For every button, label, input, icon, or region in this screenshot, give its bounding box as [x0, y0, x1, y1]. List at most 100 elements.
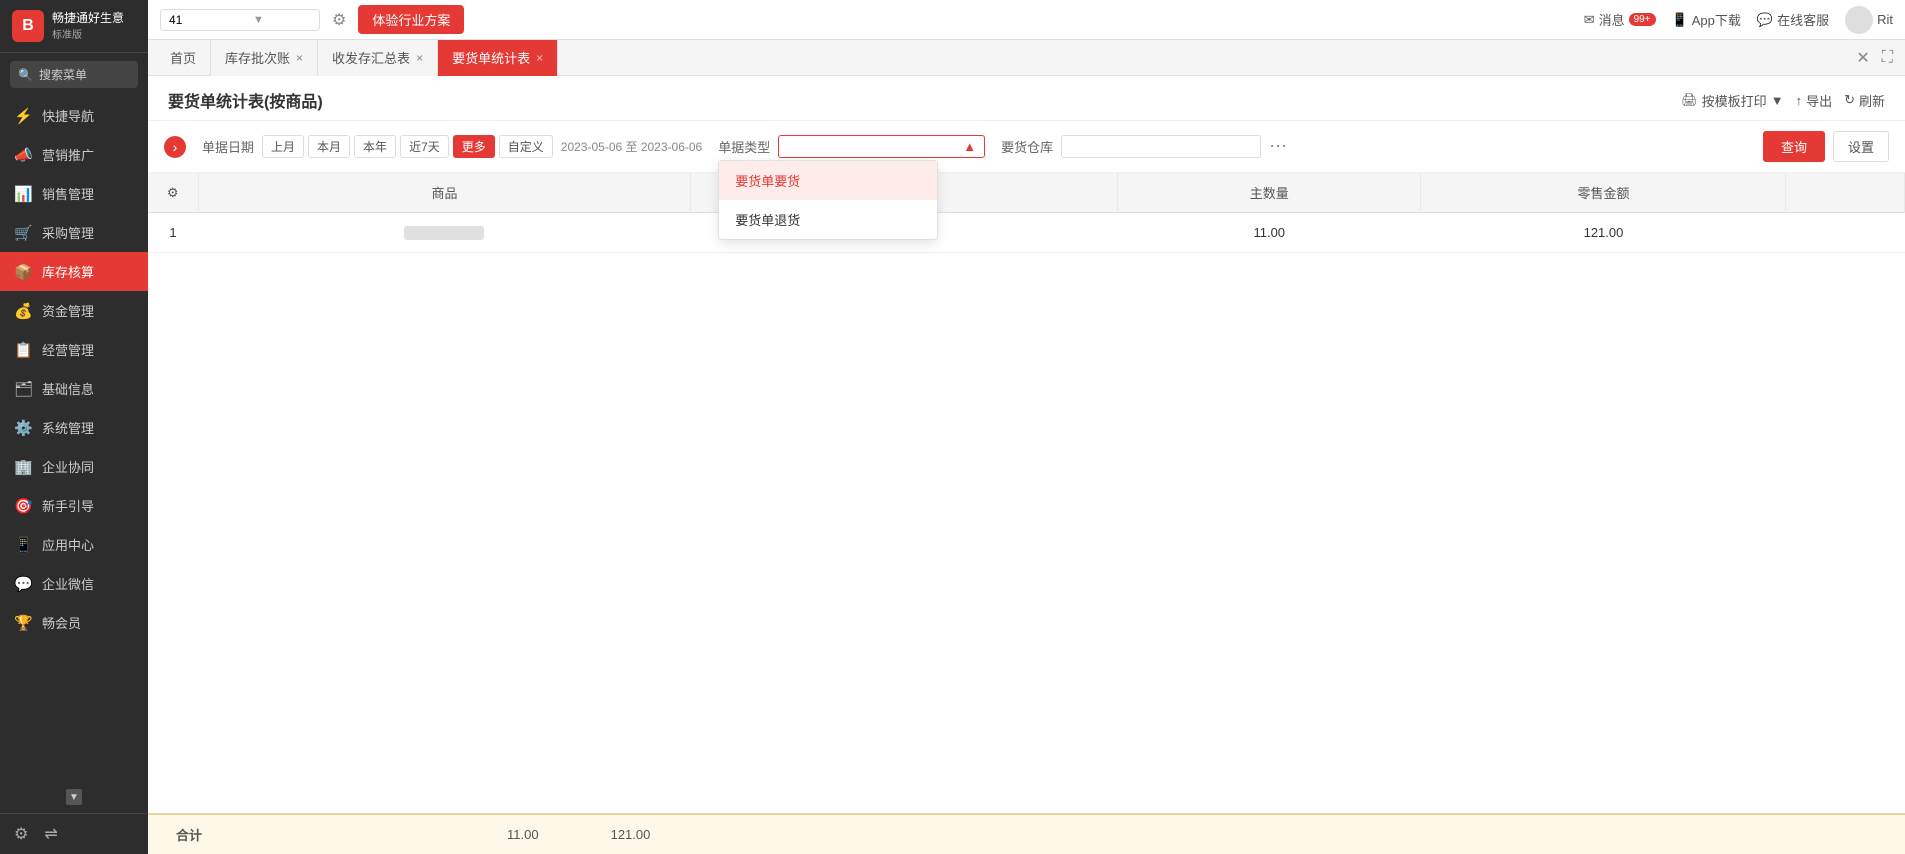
export-label: 导出: [1806, 91, 1832, 110]
header-gear-icon[interactable]: ⚙: [332, 10, 346, 30]
refresh-button[interactable]: ↻ 刷新: [1844, 91, 1885, 110]
date-btn-7days[interactable]: 近7天: [400, 135, 449, 158]
table-footer: 合计 11.00 121.00: [148, 813, 1905, 854]
tab-collection-summary[interactable]: 收发存汇总表 ×: [318, 40, 438, 76]
col-product: 商品: [198, 173, 691, 213]
online-service-item[interactable]: 💬 在线客服: [1757, 10, 1829, 29]
date-btn-more[interactable]: 更多: [453, 135, 495, 158]
warehouse-input-wrap[interactable]: [1061, 135, 1261, 158]
sidebar-item-label: 系统管理: [42, 418, 94, 437]
date-btn-this-month[interactable]: 本月: [308, 135, 350, 158]
sidebar-item-inventory[interactable]: 📦 库存核算: [0, 252, 148, 291]
header-right: ✉ 消息 99+ 📱 App下载 💬 在线客服 Rit: [1584, 6, 1893, 34]
tab-collection-summary-close[interactable]: ×: [416, 51, 423, 65]
footer-settings-icon[interactable]: ⚙: [14, 824, 28, 844]
query-button[interactable]: 查询: [1763, 131, 1825, 162]
sidebar-search[interactable]: 🔍 搜索菜单: [10, 61, 138, 88]
filter-actions: 查询 设置: [1763, 131, 1889, 162]
filter-bar: › 单据日期 上月 本月 本年 近7天 更多 自定义 2023-05-06 至 …: [148, 121, 1905, 173]
brand-sub: 标准版: [52, 26, 124, 41]
sidebar-item-app-center[interactable]: 📱 应用中心: [0, 525, 148, 564]
filter-settings-button[interactable]: 设置: [1833, 131, 1889, 162]
page-header: 要货单统计表(按商品) 🖨 按模板打印 ▼ ↑ 导出 ↻ 刷新: [148, 76, 1905, 121]
tab-requisition-stats-close[interactable]: ×: [536, 51, 543, 65]
sidebar-item-label: 企业微信: [42, 574, 94, 593]
app-center-icon: 📱: [14, 536, 32, 554]
search-label: 搜索菜单: [39, 66, 87, 83]
cell-seq: 1: [148, 213, 198, 253]
warehouse-more-icon[interactable]: ⋯: [1269, 136, 1287, 157]
sidebar-item-enterprise[interactable]: 🏢 企业协同: [0, 447, 148, 486]
sidebar-item-guide[interactable]: 🎯 新手引导: [0, 486, 148, 525]
filter-expand-button[interactable]: ›: [164, 136, 186, 158]
sidebar-item-purchase[interactable]: 🛒 采购管理: [0, 213, 148, 252]
footer-label: 合计: [176, 825, 202, 844]
user-avatar-item[interactable]: Rit: [1845, 6, 1893, 34]
sidebar-item-label: 库存核算: [42, 262, 94, 281]
date-buttons: 上月 本月 本年 近7天 更多 自定义: [262, 135, 553, 158]
header-input-wrap[interactable]: ▼: [160, 9, 320, 31]
sidebar-item-members[interactable]: 🏆 畅会员: [0, 603, 148, 642]
tab-inventory-batch[interactable]: 库存批次账 ×: [211, 40, 318, 76]
col-qty: 主数量: [1118, 173, 1421, 213]
top-header: ▼ ⚙ 体验行业方案 ✉ 消息 99+ 📱 App下载 💬 在线客服 Rit: [148, 0, 1905, 40]
enterprise-icon: 🏢: [14, 458, 32, 476]
sidebar-item-operations[interactable]: 📋 经营管理: [0, 330, 148, 369]
avatar: [1845, 6, 1873, 34]
doc-type-dropdown: 要货单要货 要货单退货: [718, 160, 938, 240]
tab-home-label: 首页: [170, 48, 196, 67]
logo-icon: B: [12, 10, 44, 42]
operations-icon: 📋: [14, 341, 32, 359]
sidebar-item-sales[interactable]: 📊 销售管理: [0, 174, 148, 213]
tab-expand-icon[interactable]: ⛶: [1878, 45, 1897, 71]
tab-actions: ✕ ⛶: [1852, 44, 1897, 72]
print-button[interactable]: 🖨 按模板打印 ▼: [1681, 91, 1783, 110]
message-badge-item[interactable]: ✉ 消息 99+: [1584, 10, 1656, 29]
app-download-item[interactable]: 📱 App下载: [1672, 10, 1741, 29]
export-button[interactable]: ↑ 导出: [1796, 91, 1833, 110]
doc-type-label: 单据类型: [718, 137, 770, 156]
tab-close-all-icon[interactable]: ✕: [1852, 44, 1873, 72]
doc-type-input-wrap[interactable]: ▲: [778, 135, 985, 158]
footer-total-qty: 11.00: [507, 827, 539, 842]
finance-icon: 💰: [14, 302, 32, 320]
sidebar-item-wechat[interactable]: 💬 企业微信: [0, 564, 148, 603]
warehouse-input[interactable]: [1070, 139, 1252, 154]
sidebar-item-basic-info[interactable]: 🗂 基础信息: [0, 369, 148, 408]
quick-nav-icon: ⚡: [14, 107, 32, 125]
trial-button[interactable]: 体验行业方案: [358, 5, 464, 34]
sidebar-item-label: 应用中心: [42, 535, 94, 554]
date-filter-group: 单据日期 上月 本月 本年 近7天 更多 自定义 2023-05-06 至 20…: [202, 135, 702, 158]
sidebar-item-label: 基础信息: [42, 379, 94, 398]
doc-type-chevron-up-icon[interactable]: ▲: [963, 139, 976, 154]
sidebar-scroll-down[interactable]: ▼: [66, 789, 82, 805]
doc-type-filter-group: 单据类型 ▲ 要货单要货 要货单退货: [718, 135, 985, 158]
col-settings[interactable]: ⚙: [148, 173, 198, 213]
footer-expand-icon[interactable]: ⇌: [44, 824, 57, 844]
system-icon: ⚙️: [14, 419, 32, 437]
refresh-label: 刷新: [1859, 91, 1885, 110]
dropdown-item-requisition-order[interactable]: 要货单要货: [719, 161, 937, 200]
sidebar-item-system[interactable]: ⚙️ 系统管理: [0, 408, 148, 447]
sidebar-item-finance[interactable]: 💰 资金管理: [0, 291, 148, 330]
print-label: 按模板打印: [1702, 91, 1767, 110]
basic-info-icon: 🗂: [14, 380, 32, 398]
table-row: 1 块 11.00 121.00: [148, 213, 1905, 253]
doc-type-input[interactable]: [787, 139, 963, 154]
header-input[interactable]: [169, 13, 249, 27]
tab-requisition-stats[interactable]: 要货单统计表 ×: [438, 40, 558, 76]
sidebar-item-label: 营销推广: [42, 145, 94, 164]
cell-extra: [1786, 213, 1905, 253]
cell-product: [198, 213, 691, 253]
date-btn-last-month[interactable]: 上月: [262, 135, 304, 158]
sidebar-item-quick-nav[interactable]: ⚡ 快捷导航: [0, 96, 148, 135]
tab-home[interactable]: 首页: [156, 40, 211, 76]
date-btn-this-year[interactable]: 本年: [354, 135, 396, 158]
members-icon: 🏆: [14, 614, 32, 632]
page-content: 要货单统计表(按商品) 🖨 按模板打印 ▼ ↑ 导出 ↻ 刷新 ›: [148, 76, 1905, 854]
dropdown-item-requisition-return[interactable]: 要货单退货: [719, 200, 937, 239]
date-btn-custom[interactable]: 自定义: [499, 135, 553, 158]
tab-inventory-batch-close[interactable]: ×: [296, 51, 303, 65]
export-icon: ↑: [1796, 93, 1803, 108]
sidebar-item-marketing[interactable]: 📣 营销推广: [0, 135, 148, 174]
